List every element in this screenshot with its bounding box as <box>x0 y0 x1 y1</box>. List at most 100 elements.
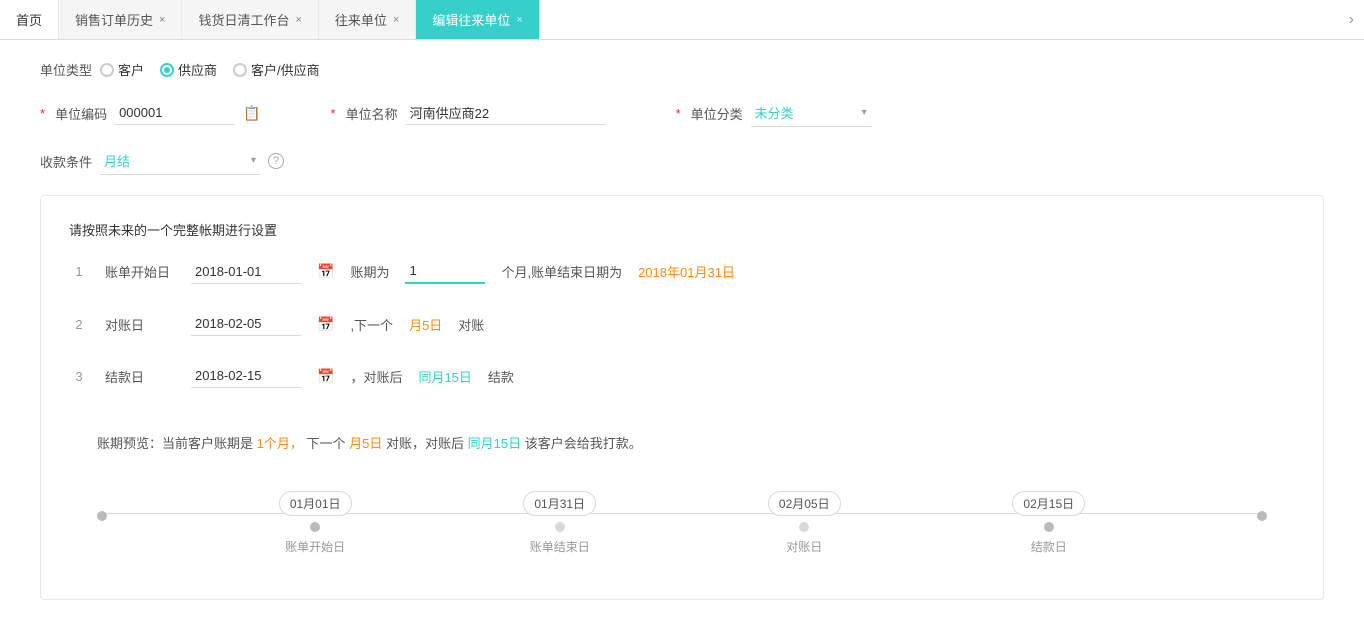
billing-section: 请按照未来的一个完整帐期进行设置 1 账单开始日 📅 账期为 个月,账单结束日期… <box>40 195 1324 600</box>
reconcile-row: 2 对账日 📅 ,下一个 月5日 对账 <box>69 312 1295 336</box>
preview-reconcile-prefix: 下一个 <box>307 436 346 451</box>
main-content: 单位类型 客户 供应商 客户/供应商 * 单位编码 <box>0 40 1364 640</box>
tab-sales-history[interactable]: 销售订单历史 × <box>59 0 182 39</box>
preview-reconcile-suffix: 对账，对账后 <box>386 436 464 451</box>
unit-code-item: * 单位编码 📋 <box>40 101 261 125</box>
unit-type-label: 单位类型 <box>40 60 92 79</box>
radio-supplier-circle <box>160 63 174 77</box>
timeline-wrapper: 01月01日 账单开始日 01月31日 账单结束日 02月05日 对账日 <box>69 491 1295 575</box>
payment-calendar-icon[interactable]: 📅 <box>317 368 334 385</box>
payment-terms-value: 月结 <box>104 151 247 170</box>
payment-terms-item: 收款条件 月结 ▾ ? <box>40 147 284 175</box>
row-2-desc-prefix: ,下一个 <box>350 315 393 334</box>
unit-name-star: * <box>331 106 336 121</box>
timeline-point-1: 01月01日 账单开始日 <box>279 491 352 555</box>
unit-code-input[interactable] <box>115 101 235 125</box>
unit-category-star: * <box>676 106 681 121</box>
row-3-label: 结款日 <box>105 367 175 386</box>
row-1-desc-prefix: 账期为 <box>350 262 389 281</box>
unit-code-star: * <box>40 106 45 121</box>
unit-category-dropdown[interactable]: 未分类 ▾ <box>751 99 871 127</box>
timeline-start-dot <box>97 511 107 521</box>
unit-code-label: 单位编码 <box>55 104 107 123</box>
unit-name-label: 单位名称 <box>346 104 398 123</box>
tab-sales-history-close[interactable]: × <box>159 14 165 26</box>
row-1-desc-suffix: 个月,账单结束日期为 <box>501 262 622 281</box>
timeline-label-1: 账单开始日 <box>285 538 345 555</box>
timeline-end-dot <box>1257 511 1267 521</box>
payment-terms-label: 收款条件 <box>40 152 92 171</box>
reconcile-calendar-icon[interactable]: 📅 <box>317 316 334 333</box>
unit-type-row: 单位类型 客户 供应商 客户/供应商 <box>40 60 1324 79</box>
billing-start-date-input[interactable] <box>191 260 301 284</box>
unit-category-arrow: ▾ <box>862 107 867 118</box>
timeline-point-2: 01月31日 账单结束日 <box>523 491 596 555</box>
timeline-label-2: 账单结束日 <box>530 538 590 555</box>
tab-bar: 首页 销售订单历史 × 钱货日清工作台 × 往来单位 × 编辑往来单位 × › <box>0 0 1364 40</box>
tab-edit-partner-close[interactable]: × <box>516 14 522 26</box>
payment-terms-arrow: ▾ <box>251 155 256 166</box>
preview-prefix: 账期预览：当前客户账期是 <box>97 436 253 451</box>
row-2-label: 对账日 <box>105 315 175 334</box>
timeline-label-4: 结款日 <box>1031 538 1067 555</box>
tab-cash-workbench[interactable]: 钱货日清工作台 × <box>182 0 318 39</box>
timeline-right-dot <box>1257 511 1267 549</box>
timeline-badge-4: 02月15日 <box>1012 491 1085 516</box>
billing-start-row: 1 账单开始日 📅 账期为 个月,账单结束日期为 2018年01月31日 <box>69 259 1295 284</box>
timeline-point-3: 02月05日 对账日 <box>768 491 841 555</box>
preview-payment: 同月15日 <box>468 436 521 451</box>
preview-section: 账期预览：当前客户账期是 1个月， 下一个 月5日 对账，对账后 同月15日 该… <box>69 416 1295 491</box>
row-3-highlight-text: 同月15日 <box>418 367 471 386</box>
row-3-desc-suffix: 结款 <box>488 367 514 386</box>
timeline-point-4: 02月15日 结款日 <box>1012 491 1085 555</box>
reconcile-date-input[interactable] <box>191 312 301 336</box>
tab-home[interactable]: 首页 <box>0 0 59 39</box>
unit-name-input[interactable] <box>406 101 606 125</box>
timeline-left-dot <box>97 511 107 549</box>
radio-both[interactable]: 客户/供应商 <box>233 60 320 79</box>
tab-cash-workbench-label: 钱货日清工作台 <box>198 10 289 29</box>
radio-both-label: 客户/供应商 <box>251 60 320 79</box>
tab-partner-units-close[interactable]: × <box>393 14 399 26</box>
section-title: 请按照未来的一个完整帐期进行设置 <box>69 220 1295 239</box>
radio-group: 客户 供应商 客户/供应商 <box>100 60 320 79</box>
timeline-dot-2 <box>555 522 565 532</box>
preview-text: 账期预览：当前客户账期是 1个月， 下一个 月5日 对账，对账后 同月15日 该… <box>97 432 1267 455</box>
row-1-label: 账单开始日 <box>105 262 175 281</box>
help-icon[interactable]: ? <box>268 153 284 169</box>
payment-date-input[interactable] <box>191 364 301 388</box>
tab-cash-workbench-close[interactable]: × <box>295 14 301 26</box>
radio-customer[interactable]: 客户 <box>100 60 144 79</box>
payment-terms-dropdown[interactable]: 月结 ▾ <box>100 147 260 175</box>
timeline-badge-1: 01月01日 <box>279 491 352 516</box>
tab-arrow[interactable]: › <box>1339 0 1364 39</box>
tab-edit-partner[interactable]: 编辑往来单位 × <box>416 0 539 39</box>
timeline-badge-3: 02月05日 <box>768 491 841 516</box>
radio-supplier[interactable]: 供应商 <box>160 60 217 79</box>
row-3-num: 3 <box>69 369 89 384</box>
timeline-dot-1 <box>310 522 320 532</box>
unit-name-item: * 单位名称 <box>331 101 606 125</box>
unit-type-item: 单位类型 客户 供应商 客户/供应商 <box>40 60 320 79</box>
payment-row: 3 结款日 📅 ，对账后 同月15日 结款 <box>69 364 1295 388</box>
timeline-badge-2: 01月31日 <box>523 491 596 516</box>
unit-category-label: 单位分类 <box>691 104 743 123</box>
period-input[interactable] <box>405 259 485 284</box>
tab-partner-units-label: 往来单位 <box>335 10 387 29</box>
timeline-points: 01月01日 账单开始日 01月31日 账单结束日 02月05日 对账日 <box>97 491 1267 555</box>
tab-sales-history-label: 销售订单历史 <box>75 10 153 29</box>
tab-home-label: 首页 <box>16 10 42 29</box>
radio-supplier-label: 供应商 <box>178 60 217 79</box>
row-1-highlight-date: 2018年01月31日 <box>638 262 735 281</box>
tab-partner-units[interactable]: 往来单位 × <box>319 0 416 39</box>
timeline-dot-3 <box>799 522 809 532</box>
row-2-num: 2 <box>69 317 89 332</box>
row-3-desc-prefix: ，对账后 <box>350 367 402 386</box>
billing-start-calendar-icon[interactable]: 📅 <box>317 263 334 280</box>
unit-info-row: * 单位编码 📋 * 单位名称 * 单位分类 未分类 ▾ <box>40 99 1324 127</box>
copy-icon[interactable]: 📋 <box>243 105 260 122</box>
timeline-dot-4 <box>1044 522 1054 532</box>
timeline-label-3: 对账日 <box>786 538 822 555</box>
preview-suffix: 该客户会给我打款。 <box>525 436 642 451</box>
radio-customer-circle <box>100 63 114 77</box>
